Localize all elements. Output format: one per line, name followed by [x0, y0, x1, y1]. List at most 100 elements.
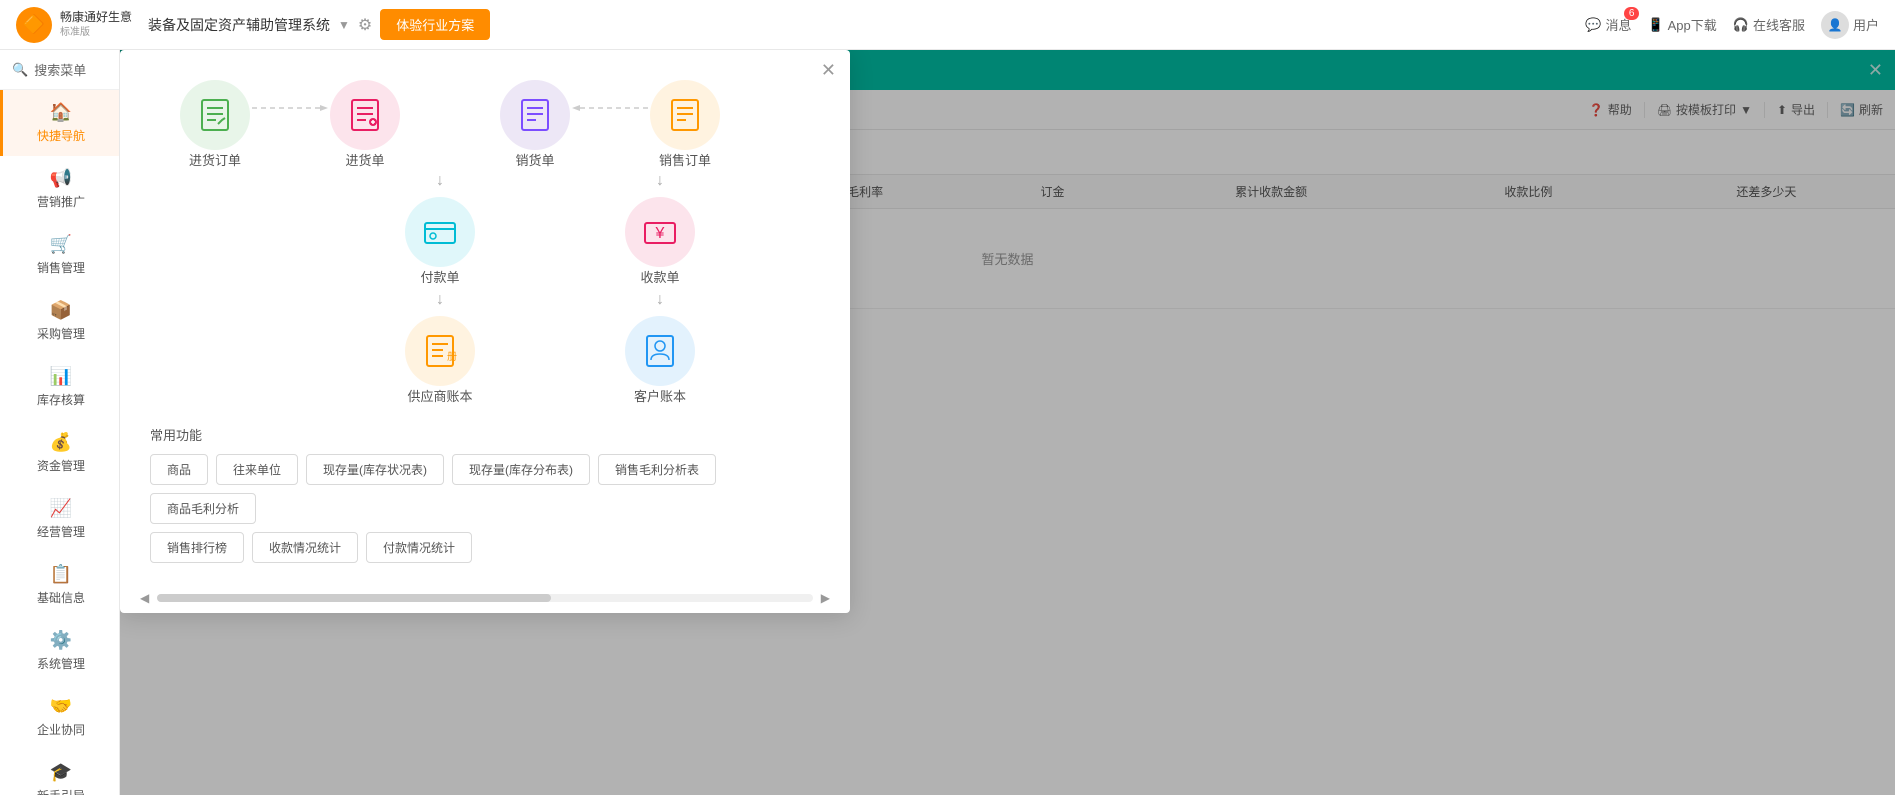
sales-icon: 🛒 [50, 234, 72, 255]
operations-icon: 📈 [50, 498, 72, 519]
svg-text:¥: ¥ [655, 225, 665, 242]
sidebar-item-inventory[interactable]: 📊 库存核算 [0, 354, 119, 420]
logo-subtitle: 标准版 [60, 26, 132, 39]
logo-title: 畅康通好生意 [60, 10, 132, 26]
sales-order-col: 销售订单 [650, 80, 720, 169]
enterprise-icon: 🤝 [50, 696, 72, 717]
inventory-icon: 📊 [50, 366, 72, 387]
marketing-icon: 📢 [50, 168, 72, 189]
common-functions: 常用功能 商品 往来单位 现存量(库存状况表) 现存量(库存分布表) 销售毛利分… [120, 425, 850, 587]
message-button[interactable]: 💬 消息 6 [1585, 15, 1631, 34]
scroll-track[interactable] [157, 594, 813, 602]
search-icon: 🔍 [12, 62, 28, 78]
system-title: 装备及固定资产辅助管理系统 ▼ ⚙ 体验行业方案 [148, 9, 1573, 40]
func-btn-stock-dist[interactable]: 现存量(库存分布表) [452, 454, 590, 485]
purchase-order-col: 进货订单 [180, 80, 250, 169]
func-btn-payment-stat[interactable]: 付款情况统计 [366, 532, 472, 563]
system-name: 装备及固定资产辅助管理系统 [148, 15, 330, 35]
sidebar-item-purchase[interactable]: 📦 采购管理 [0, 288, 119, 354]
flow-diagram: 进货订单 [120, 50, 850, 425]
sidebar-item-guide[interactable]: 🎓 新手引导 [0, 750, 119, 795]
func-btn-product[interactable]: 商品 [150, 454, 208, 485]
receipt-bill-label: 收款单 [640, 267, 679, 286]
main-layout: 🔍 搜索菜单 🏠 快捷导航 📢 营销推广 🛒 销售管理 📦 采购管理 📊 库存核… [0, 50, 1895, 795]
payment-bill-node[interactable] [405, 197, 475, 267]
modal-scrollbar: ◀ ▶ [120, 587, 850, 613]
sidebar-label: 采购管理 [37, 325, 85, 342]
sales-order-node[interactable] [650, 80, 720, 150]
purchase-bill-col: 进货单 [330, 80, 400, 169]
scroll-thumb [157, 594, 550, 602]
arrow-sales-order-to-bill [570, 102, 650, 114]
sidebar-label: 资金管理 [37, 457, 85, 474]
sidebar-label: 销售管理 [37, 259, 85, 276]
message-badge: 6 [1624, 7, 1640, 20]
online-service-button[interactable]: 🎧 在线客服 [1733, 15, 1805, 34]
finance-icon: 💰 [50, 432, 72, 453]
trial-button[interactable]: 体验行业方案 [380, 9, 490, 40]
common-funcs-title: 常用功能 [150, 425, 820, 444]
home-icon: 🏠 [50, 102, 72, 123]
arrow-down-payment: ↓ [436, 173, 444, 189]
sidebar-item-system[interactable]: ⚙️ 系统管理 [0, 618, 119, 684]
arrow-down-customer: ↓ [656, 292, 664, 308]
purchase-bill-label: 进货单 [345, 150, 384, 169]
sidebar-label: 快捷导航 [37, 127, 85, 144]
user-menu[interactable]: 👤 用户 [1821, 11, 1879, 39]
func-btn-sales-rank[interactable]: 销售排行榜 [150, 532, 244, 563]
customer-account-label: 客户账本 [634, 386, 686, 405]
message-icon: 💬 [1585, 17, 1601, 33]
sidebar-item-quick-nav[interactable]: 🏠 快捷导航 [0, 90, 119, 156]
app-download-button[interactable]: 📱 App下载 [1647, 15, 1716, 34]
sidebar-label: 营销推广 [37, 193, 85, 210]
purchase-order-label: 进货订单 [189, 150, 241, 169]
logo-icon: 🔶 [16, 7, 52, 43]
content-area: 首页 销售订单执行表 ✕ ✕ ❓ 帮助 🖨 按模板打印 ▼ [120, 50, 1895, 795]
arrow-down-supplier: ↓ [436, 292, 444, 308]
func-btn-stock-status[interactable]: 现存量(库存状况表) [306, 454, 444, 485]
scroll-left-arrow[interactable]: ◀ [140, 591, 149, 605]
svg-text:册: 册 [447, 352, 457, 363]
flow-modal: ✕ 进货订单 [120, 50, 850, 613]
sidebar-label: 系统管理 [37, 655, 85, 672]
arrow-down-receipt: ↓ [656, 173, 664, 189]
func-btn-sales-profit[interactable]: 销售毛利分析表 [598, 454, 716, 485]
sidebar-item-finance[interactable]: 💰 资金管理 [0, 420, 119, 486]
arrow-purchase-order-to-bill [250, 102, 330, 114]
system-dropdown-icon[interactable]: ▼ [338, 18, 350, 32]
func-btn-receipt-stat[interactable]: 收款情况统计 [252, 532, 358, 563]
receipt-bill-node[interactable]: ¥ [625, 197, 695, 267]
customer-account-node[interactable] [625, 316, 695, 386]
user-name: 用户 [1853, 15, 1879, 34]
supplier-account-node[interactable]: 册 [405, 316, 475, 386]
scroll-right-arrow[interactable]: ▶ [821, 591, 830, 605]
app-icon: 📱 [1647, 17, 1663, 33]
sidebar-label: 新手引导 [37, 787, 85, 795]
modal-overlay: ✕ 进货订单 [120, 50, 1895, 795]
sales-bill-col: 销货单 [500, 80, 570, 169]
modal-close-button[interactable]: ✕ [821, 60, 836, 81]
payment-bill-label: 付款单 [420, 267, 459, 286]
gear-icon[interactable]: ⚙ [358, 15, 372, 35]
sidebar-item-enterprise[interactable]: 🤝 企业协同 [0, 684, 119, 750]
service-icon: 🎧 [1733, 17, 1749, 33]
supplier-account-label: 供应商账本 [407, 386, 472, 405]
sidebar-label: 基础信息 [37, 589, 85, 606]
func-btn-partners[interactable]: 往来单位 [216, 454, 298, 485]
sidebar-item-marketing[interactable]: 📢 营销推广 [0, 156, 119, 222]
sidebar-item-basic-info[interactable]: 📋 基础信息 [0, 552, 119, 618]
sidebar-item-sales[interactable]: 🛒 销售管理 [0, 222, 119, 288]
sales-order-label: 销售订单 [659, 150, 711, 169]
func-row-2: 销售排行榜 收款情况统计 付款情况统计 [150, 532, 820, 563]
sales-bill-node[interactable] [500, 80, 570, 150]
sidebar-label: 经营管理 [37, 523, 85, 540]
purchase-order-node[interactable] [180, 80, 250, 150]
sidebar-label: 库存核算 [37, 391, 85, 408]
sidebar-item-operations[interactable]: 📈 经营管理 [0, 486, 119, 552]
func-btn-product-profit[interactable]: 商品毛利分析 [150, 493, 256, 524]
header-right: 💬 消息 6 📱 App下载 🎧 在线客服 👤 用户 [1585, 11, 1879, 39]
sidebar-search[interactable]: 🔍 搜索菜单 [0, 50, 119, 90]
purchase-bill-node[interactable] [330, 80, 400, 150]
logo-area: 🔶 畅康通好生意 标准版 [16, 7, 136, 43]
sidebar: 🔍 搜索菜单 🏠 快捷导航 📢 营销推广 🛒 销售管理 📦 采购管理 📊 库存核… [0, 50, 120, 795]
